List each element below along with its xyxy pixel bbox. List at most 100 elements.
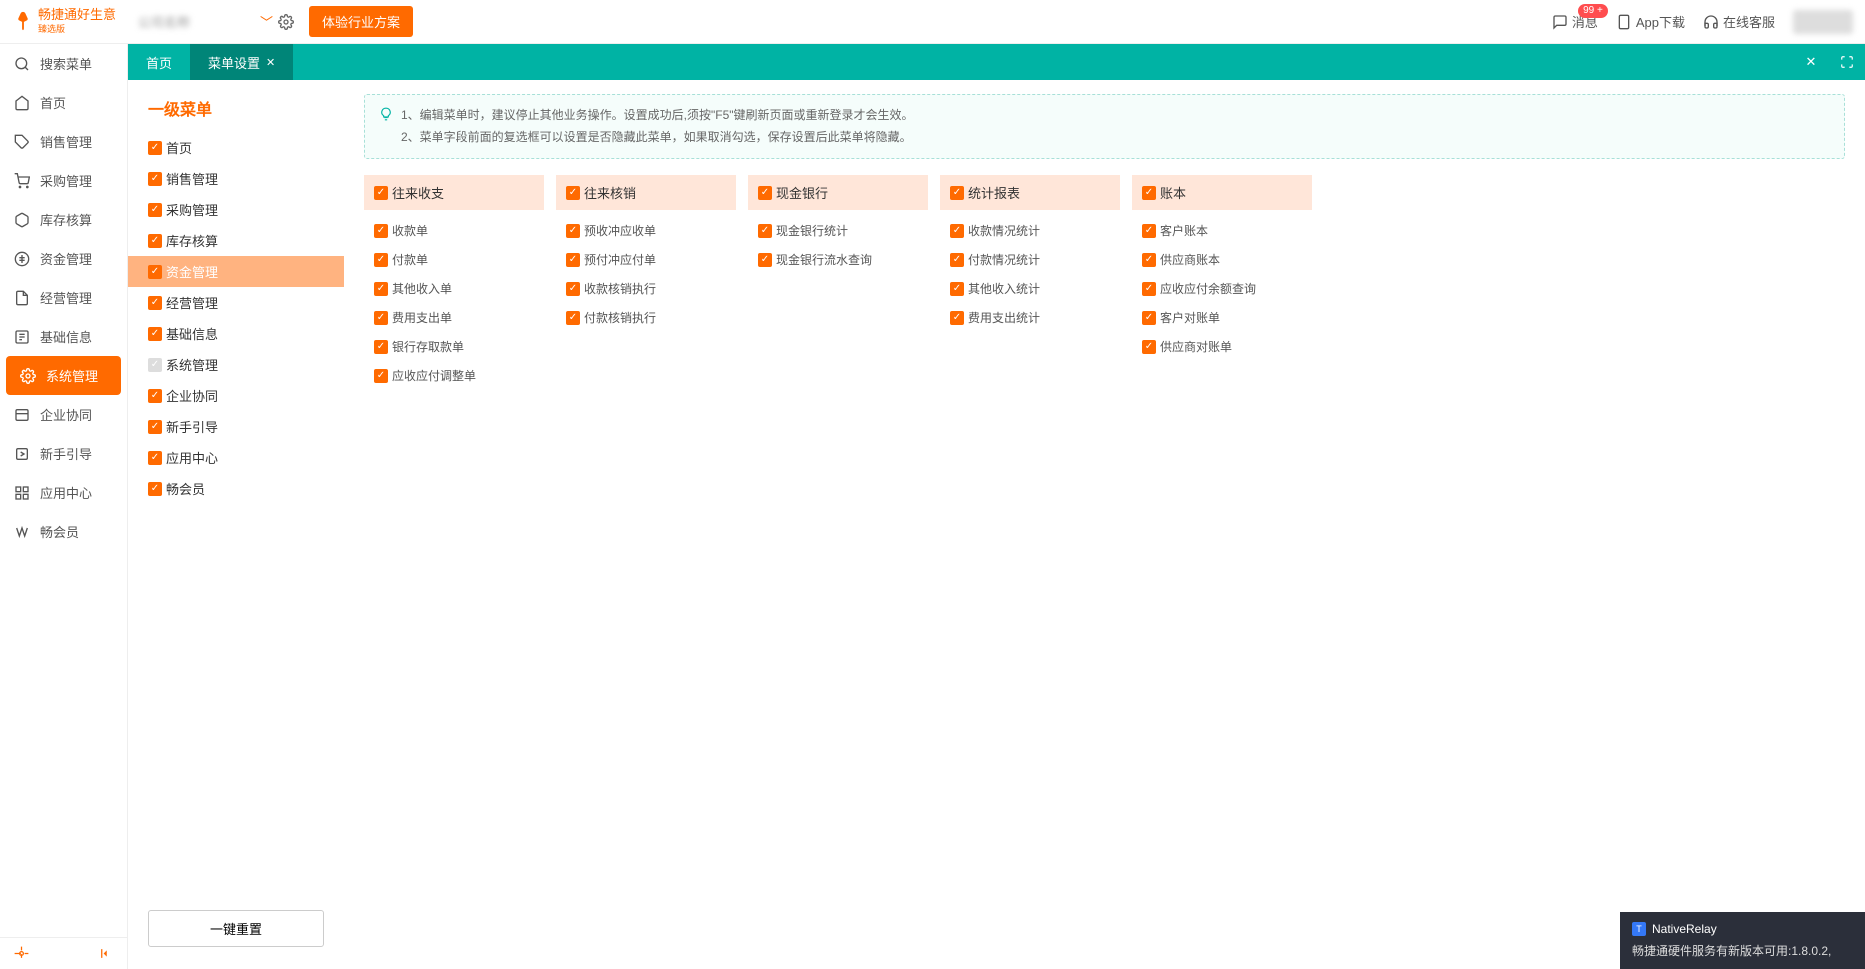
app-download-link[interactable]: App下载 xyxy=(1616,12,1685,31)
checkbox-icon[interactable]: ✓ xyxy=(148,172,162,186)
online-service-link[interactable]: 在线客服 xyxy=(1703,12,1775,31)
group-header[interactable]: ✓账本 xyxy=(1132,175,1312,210)
group-header[interactable]: ✓往来核销 xyxy=(556,175,736,210)
checkbox-icon[interactable]: ✓ xyxy=(566,224,580,238)
group-item[interactable]: ✓银行存取款单 xyxy=(364,332,544,361)
level1-item[interactable]: ✓畅会员 xyxy=(128,473,344,504)
sidebar-collapse-icon[interactable] xyxy=(98,946,113,961)
checkbox-icon[interactable]: ✓ xyxy=(148,389,162,403)
group-item[interactable]: ✓应收应付调整单 xyxy=(364,361,544,390)
tab-menu-settings[interactable]: 菜单设置 ✕ xyxy=(190,44,293,80)
sidebar-item-search[interactable]: 搜索菜单 xyxy=(0,44,127,83)
checkbox-icon[interactable]: ✓ xyxy=(148,141,162,155)
trial-solution-button[interactable]: 体验行业方案 xyxy=(309,6,413,37)
checkbox-icon[interactable]: ✓ xyxy=(374,340,388,354)
chevron-down-icon[interactable]: ﹀ xyxy=(260,12,273,31)
sidebar-settings-icon[interactable] xyxy=(14,946,29,961)
checkbox-icon[interactable]: ✓ xyxy=(1142,253,1156,267)
group-header[interactable]: ✓往来收支 xyxy=(364,175,544,210)
checkbox-icon[interactable]: ✓ xyxy=(1142,282,1156,296)
sidebar-item-home[interactable]: 首页 xyxy=(0,83,127,122)
checkbox-icon[interactable]: ✓ xyxy=(950,224,964,238)
group-header[interactable]: ✓现金银行 xyxy=(748,175,928,210)
user-avatar[interactable] xyxy=(1793,10,1853,34)
sidebar-item-doc[interactable]: 经营管理 xyxy=(0,278,127,317)
level1-item[interactable]: ✓企业协同 xyxy=(128,380,344,411)
level1-item[interactable]: ✓资金管理 xyxy=(128,256,344,287)
checkbox-icon[interactable]: ✓ xyxy=(148,420,162,434)
checkbox-icon[interactable]: ✓ xyxy=(758,186,772,200)
group-item[interactable]: ✓付款情况统计 xyxy=(940,245,1120,274)
group-item[interactable]: ✓供应商对账单 xyxy=(1132,332,1312,361)
group-item[interactable]: ✓其他收入单 xyxy=(364,274,544,303)
fullscreen-icon[interactable] xyxy=(1829,44,1865,80)
checkbox-icon[interactable]: ✓ xyxy=(950,186,964,200)
group-item[interactable]: ✓付款单 xyxy=(364,245,544,274)
checkbox-icon[interactable]: ✓ xyxy=(1142,186,1156,200)
group-item[interactable]: ✓应收应付余额查询 xyxy=(1132,274,1312,303)
company-selector[interactable]: 公司名称 xyxy=(128,12,200,31)
checkbox-icon[interactable]: ✓ xyxy=(374,253,388,267)
sidebar-item-tag[interactable]: 销售管理 xyxy=(0,122,127,161)
level1-item[interactable]: ✓采购管理 xyxy=(128,194,344,225)
group-item[interactable]: ✓其他收入统计 xyxy=(940,274,1120,303)
checkbox-icon[interactable]: ✓ xyxy=(1142,340,1156,354)
group-item[interactable]: ✓付款核销执行 xyxy=(556,303,736,332)
group-item[interactable]: ✓预收冲应收单 xyxy=(556,216,736,245)
checkbox-icon[interactable]: ✓ xyxy=(566,311,580,325)
checkbox-icon[interactable]: ✓ xyxy=(148,296,162,310)
checkbox-icon[interactable]: ✓ xyxy=(950,253,964,267)
checkbox-icon[interactable]: ✓ xyxy=(374,282,388,296)
checkbox-icon[interactable]: ✓ xyxy=(374,224,388,238)
tab-close-icon[interactable]: ✕ xyxy=(266,56,275,69)
group-item[interactable]: ✓现金银行流水查询 xyxy=(748,245,928,274)
sidebar-item-team[interactable]: 企业协同 xyxy=(0,395,127,434)
messages-link[interactable]: 消息 99 + xyxy=(1552,12,1598,31)
checkbox-icon[interactable]: ✓ xyxy=(566,186,580,200)
checkbox-icon[interactable]: ✓ xyxy=(758,224,772,238)
level1-item[interactable]: ✓系统管理 xyxy=(128,349,344,380)
checkbox-icon[interactable]: ✓ xyxy=(374,311,388,325)
level1-item[interactable]: ✓销售管理 xyxy=(128,163,344,194)
sidebar-item-gear[interactable]: 系统管理 xyxy=(6,356,121,395)
group-item[interactable]: ✓收款单 xyxy=(364,216,544,245)
group-item[interactable]: ✓收款情况统计 xyxy=(940,216,1120,245)
group-item[interactable]: ✓客户账本 xyxy=(1132,216,1312,245)
checkbox-icon[interactable]: ✓ xyxy=(566,253,580,267)
settings-icon[interactable] xyxy=(273,9,299,35)
group-item[interactable]: ✓供应商账本 xyxy=(1132,245,1312,274)
sidebar-item-money[interactable]: 资金管理 xyxy=(0,239,127,278)
checkbox-icon[interactable]: ✓ xyxy=(1142,224,1156,238)
group-item[interactable]: ✓费用支出统计 xyxy=(940,303,1120,332)
level1-item[interactable]: ✓库存核算 xyxy=(128,225,344,256)
checkbox-icon[interactable]: ✓ xyxy=(148,234,162,248)
checkbox-icon[interactable]: ✓ xyxy=(148,451,162,465)
level1-item[interactable]: ✓应用中心 xyxy=(128,442,344,473)
level1-item[interactable]: ✓基础信息 xyxy=(128,318,344,349)
update-toast[interactable]: T NativeRelay 畅捷通硬件服务有新版本可用:1.8.0.2, xyxy=(1620,912,1865,969)
checkbox-icon[interactable]: ✓ xyxy=(374,369,388,383)
reset-button[interactable]: 一键重置 xyxy=(148,910,324,947)
sidebar-item-vip[interactable]: 畅会员 xyxy=(0,512,127,551)
group-item[interactable]: ✓费用支出单 xyxy=(364,303,544,332)
sidebar-item-cart[interactable]: 采购管理 xyxy=(0,161,127,200)
sidebar-item-guide[interactable]: 新手引导 xyxy=(0,434,127,473)
checkbox-icon[interactable]: ✓ xyxy=(950,311,964,325)
checkbox-icon[interactable]: ✓ xyxy=(566,282,580,296)
level1-item[interactable]: ✓新手引导 xyxy=(128,411,344,442)
sidebar-item-box[interactable]: 库存核算 xyxy=(0,200,127,239)
checkbox-icon[interactable]: ✓ xyxy=(374,186,388,200)
checkbox-icon[interactable]: ✓ xyxy=(1142,311,1156,325)
sidebar-item-app[interactable]: 应用中心 xyxy=(0,473,127,512)
tab-close-all-icon[interactable]: ✕ xyxy=(1793,44,1829,80)
group-item[interactable]: ✓现金银行统计 xyxy=(748,216,928,245)
checkbox-icon[interactable]: ✓ xyxy=(148,482,162,496)
checkbox-icon[interactable]: ✓ xyxy=(758,253,772,267)
level1-item[interactable]: ✓经营管理 xyxy=(128,287,344,318)
group-item[interactable]: ✓收款核销执行 xyxy=(556,274,736,303)
sidebar-item-info[interactable]: 基础信息 xyxy=(0,317,127,356)
checkbox-icon[interactable]: ✓ xyxy=(148,203,162,217)
checkbox-icon[interactable]: ✓ xyxy=(148,265,162,279)
tab-home[interactable]: 首页 xyxy=(128,44,190,80)
checkbox-icon[interactable]: ✓ xyxy=(950,282,964,296)
